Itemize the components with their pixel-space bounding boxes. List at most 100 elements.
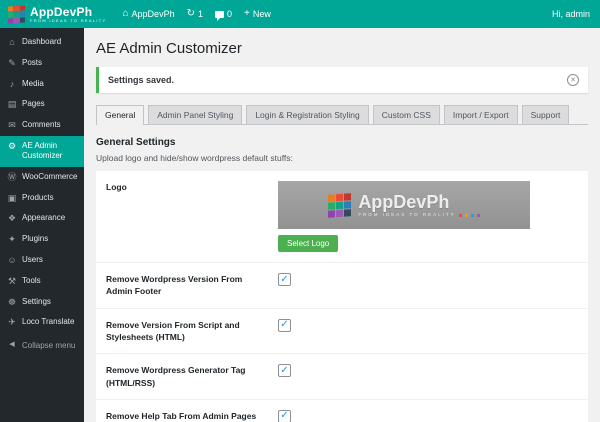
general-settings-table: Logo AppDevPh FROM IDEAS TO REALITY Sele… — [96, 171, 588, 422]
sidebar-item-tools[interactable]: ⚒ Tools — [0, 271, 84, 292]
select-logo-button[interactable]: Select Logo — [278, 235, 339, 252]
setting-checkbox[interactable]: ✓ — [278, 409, 291, 422]
brand-logo[interactable]: AppDevPh FROM IDEAS TO REALITY — [8, 4, 107, 24]
setting-row: Remove Wordpress Version From Admin Foot… — [96, 263, 588, 309]
settings-tabs: General Admin Panel Styling Login & Regi… — [96, 105, 588, 125]
sidebar-item-label: Media — [22, 78, 44, 88]
sidebar-item-label: Dashboard — [22, 37, 62, 46]
dismiss-notice-icon[interactable]: ✕ — [567, 74, 579, 86]
tab-admin-panel-styling[interactable]: Admin Panel Styling — [148, 105, 243, 124]
tab-login-registration-styling[interactable]: Login & Registration Styling — [246, 105, 369, 124]
sidebar-item-label: Pages — [22, 99, 45, 109]
tab-general[interactable]: General — [96, 105, 145, 125]
collapse-menu-button[interactable]: ◀ Collapse menu — [0, 336, 84, 356]
users-icon: ☺ — [7, 254, 17, 265]
sidebar-item-users[interactable]: ☺ Users — [0, 250, 84, 271]
comments-icon: ✉ — [8, 120, 16, 131]
sidebar-item-label: Comments — [22, 120, 61, 130]
logo-cube-icon — [328, 192, 352, 218]
setting-row-logo: Logo AppDevPh FROM IDEAS TO REALITY Sele… — [96, 171, 588, 263]
section-description: Upload logo and hide/show wordpress defa… — [96, 153, 293, 163]
tab-custom-css[interactable]: Custom CSS — [372, 105, 440, 124]
check-icon: ✓ — [280, 273, 289, 285]
translate-icon: ✈ — [8, 317, 16, 328]
sidebar-item-plugins[interactable]: ✦ Plugins — [0, 229, 84, 250]
success-notice: Settings saved. ✕ — [96, 67, 588, 93]
pushpin-icon: ✎ — [8, 57, 16, 68]
sidebar-item-media[interactable]: ♪ Media — [0, 74, 84, 95]
sidebar-item-posts[interactable]: ✎ Posts — [0, 53, 84, 74]
sidebar-item-label: Tools — [22, 275, 41, 285]
sidebar-item-comments[interactable]: ✉ Comments — [0, 115, 84, 136]
check-icon: ✓ — [280, 319, 289, 331]
sidebar-item-dashboard[interactable]: ⌂ Dashboard — [0, 32, 84, 53]
setting-checkbox[interactable]: ✓ — [278, 273, 291, 286]
sidebar-item-label: Appearance — [22, 213, 66, 223]
tab-import-export[interactable]: Import / Export — [443, 105, 518, 124]
comments-count: 0 — [226, 9, 232, 19]
sidebar-item-label: AE Admin Customizer — [22, 140, 63, 161]
site-link-label: AppDevPh — [131, 9, 175, 19]
sidebar-item-products[interactable]: ▣ Products — [0, 188, 84, 209]
gear-icon: ⚙ — [7, 140, 17, 151]
products-icon: ▣ — [7, 192, 17, 203]
updates-count: 1 — [197, 9, 203, 19]
setting-label: Logo — [106, 182, 127, 192]
setting-label: Remove Wordpress Generator Tag (HTML/RSS… — [106, 365, 246, 388]
collapse-arrow-icon: ◀ — [9, 341, 15, 349]
notice-text: Settings saved. — [108, 75, 175, 85]
sidebar-item-ae-admin-customizer[interactable]: ⚙ AE Admin Customizer — [0, 135, 84, 167]
setting-label: Remove Version From Script and Styleshee… — [106, 319, 240, 342]
plugins-icon: ✦ — [8, 234, 16, 245]
media-icon: ♪ — [9, 78, 15, 89]
sidebar-item-appearance[interactable]: ❖ Appearance — [0, 208, 84, 229]
section-heading: General Settings — [96, 137, 176, 148]
check-icon: ✓ — [280, 364, 289, 376]
setting-label: Remove Wordpress Version From Admin Foot… — [106, 274, 243, 297]
check-icon: ✓ — [280, 410, 289, 422]
sidebar-item-label: WooCommerce — [22, 171, 78, 181]
tagline-square-icon — [464, 213, 468, 217]
setting-checkbox[interactable]: ✓ — [278, 318, 291, 332]
logo-brand-tagline: FROM IDEAS TO REALITY — [358, 211, 456, 217]
sidebar-item-label: Settings — [22, 296, 51, 306]
updates-indicator[interactable]: ↻ 1 — [186, 8, 203, 20]
brand-name: AppDevPh — [30, 4, 93, 19]
user-greeting[interactable]: Hi, admin — [552, 9, 590, 19]
plus-icon: + — [244, 8, 250, 19]
dashboard-icon: ⌂ — [9, 37, 15, 47]
logo-cell: AppDevPh FROM IDEAS TO REALITY Select Lo… — [268, 171, 588, 262]
site-link[interactable]: ⌂ AppDevPh — [122, 8, 175, 20]
brand-tagline: FROM IDEAS TO REALITY — [30, 17, 107, 23]
tagline-square-icon — [476, 213, 480, 217]
comments-bubble-icon — [214, 10, 224, 21]
sidebar-item-label: Posts — [22, 57, 43, 67]
setting-row: Remove Wordpress Generator Tag (HTML/RSS… — [96, 354, 588, 400]
setting-label: Remove Help Tab From Admin Pages and Das… — [106, 410, 257, 421]
tools-icon: ⚒ — [7, 275, 17, 286]
sidebar-item-loco-translate[interactable]: ✈ Loco Translate — [0, 312, 84, 333]
sidebar-item-label: Loco Translate — [22, 317, 75, 327]
sidebar-menu: ⌂ Dashboard ✎ Posts ♪ Media ▤ Pages ✉ Co… — [0, 28, 84, 422]
updates-icon: ↻ — [186, 8, 195, 19]
woocommerce-icon: Ⓦ — [7, 171, 17, 182]
home-icon: ⌂ — [122, 8, 129, 19]
sidebar-item-woocommerce[interactable]: Ⓦ WooCommerce — [0, 167, 84, 188]
pages-icon: ▤ — [7, 99, 17, 110]
tagline-square-icon — [458, 213, 462, 217]
brand-cube-icon — [8, 4, 25, 24]
setting-checkbox[interactable]: ✓ — [278, 364, 291, 378]
sidebar-item-label: Plugins — [22, 234, 49, 244]
setting-row: Remove Version From Script and Styleshee… — [96, 309, 588, 355]
comments-indicator[interactable]: 0 — [214, 9, 232, 21]
new-content-label: New — [252, 9, 271, 19]
admin-bar: AppDevPh FROM IDEAS TO REALITY ⌂ AppDevP… — [0, 0, 600, 28]
settings-icon: ☸ — [7, 296, 17, 307]
sidebar-item-settings[interactable]: ☸ Settings — [0, 292, 84, 313]
tab-support[interactable]: Support — [521, 105, 570, 124]
tagline-square-icon — [470, 213, 474, 217]
sidebar-item-label: Products — [22, 192, 54, 202]
sidebar-item-pages[interactable]: ▤ Pages — [0, 94, 84, 115]
collapse-menu-label: Collapse menu — [22, 341, 76, 351]
new-content-button[interactable]: + New — [244, 8, 271, 20]
